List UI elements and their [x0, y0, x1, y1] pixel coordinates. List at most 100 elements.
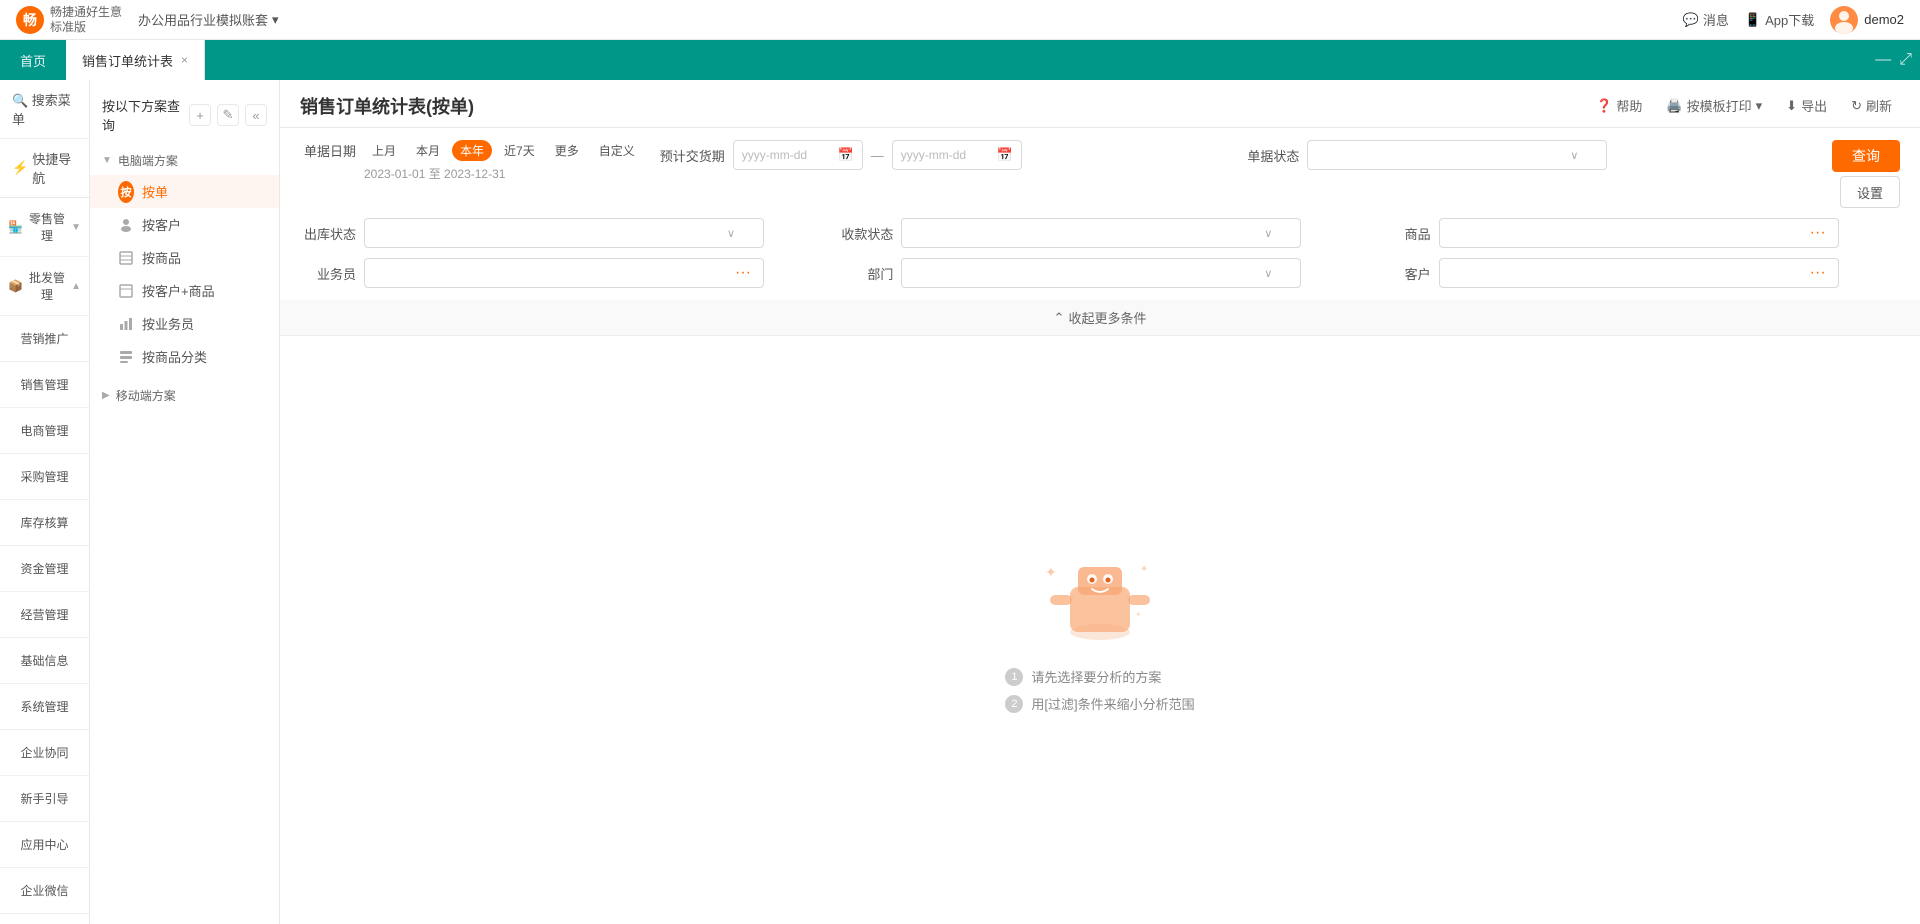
- sidebar: 🔍 搜索菜单 ⚡ 快捷导航 🏪 零售管理 ▼ 📦 批发管理 ▲ 营销推广 销售管…: [0, 80, 90, 924]
- filter-row-2: 出库状态 ∨ 收款状态 ∨ 商品: [300, 218, 1900, 248]
- expected-date-start-input[interactable]: yyyy-mm-dd 📅: [733, 140, 863, 170]
- top-bar: 畅 畅捷通好生意 标准版 办公用品行业模拟账套 ▾ 💬 消息 📱 App下载 d…: [0, 0, 1920, 40]
- print-icon: 🖨️: [1666, 98, 1682, 114]
- scheme-item-by-salesperson[interactable]: 按业务员: [90, 307, 279, 340]
- salesperson-input[interactable]: ···: [364, 258, 764, 288]
- scheme-collapse-button[interactable]: «: [245, 104, 267, 126]
- shortcut-custom[interactable]: 自定义: [591, 140, 643, 161]
- tab-close-button[interactable]: ×: [181, 53, 188, 67]
- product-ellipsis[interactable]: ···: [1806, 224, 1830, 242]
- customer-input[interactable]: ···: [1439, 258, 1839, 288]
- shortcut-7days[interactable]: 近7天: [496, 140, 543, 161]
- scheme-section-mobile: ▶ 移动端方案: [90, 377, 279, 414]
- by-product-icon: [118, 250, 134, 266]
- sidebar-item-appcenter[interactable]: 应用中心: [0, 822, 89, 868]
- sidebar-item-system[interactable]: 系统管理: [0, 684, 89, 730]
- sidebar-item-search[interactable]: 🔍 搜索菜单: [0, 80, 89, 139]
- scheme-item-by-customer[interactable]: 按客户: [90, 208, 279, 241]
- sidebar-item-sales[interactable]: 销售管理: [0, 362, 89, 408]
- logo-area: 畅 畅捷通好生意 标准版: [16, 5, 122, 34]
- salesperson-item: 业务员 ···: [300, 258, 825, 288]
- scheme-edit-button[interactable]: ✎: [217, 104, 239, 126]
- sidebar-item-purchase[interactable]: 采购管理: [0, 454, 89, 500]
- tab-maximize-button[interactable]: ⤢: [1899, 51, 1912, 69]
- tip-num-1: 1: [1005, 668, 1023, 686]
- sidebar-item-newuser[interactable]: 新手引导: [0, 776, 89, 822]
- scheme-section-pc-arrow: ▼: [102, 155, 112, 166]
- app-icon: 📱: [1745, 12, 1761, 28]
- sidebar-item-member[interactable]: 畅会员: [0, 914, 89, 924]
- export-button[interactable]: ⬇ 导出: [1778, 92, 1835, 119]
- sidebar-item-basic-info[interactable]: 基础信息: [0, 638, 89, 684]
- product-label: 商品: [1375, 224, 1431, 243]
- by-order-icon: 按: [118, 184, 134, 200]
- scheme-item-by-category[interactable]: 按商品分类: [90, 340, 279, 373]
- refresh-icon: ↻: [1851, 98, 1862, 114]
- status-select[interactable]: ∨: [1307, 140, 1607, 170]
- salesperson-ellipsis[interactable]: ···: [731, 264, 755, 282]
- by-customer-icon: [118, 217, 134, 233]
- calendar-end-icon: 📅: [997, 147, 1013, 163]
- scheme-item-by-order[interactable]: 按 按单: [90, 175, 279, 208]
- sidebar-item-marketing[interactable]: 营销推广: [0, 316, 89, 362]
- by-customer-product-icon: [118, 283, 134, 299]
- scheme-section-pc-header[interactable]: ▼ 电脑端方案: [90, 146, 279, 175]
- export-icon: ⬇: [1786, 98, 1797, 114]
- date-shortcuts: 上月 本月 本年 近7天 更多 自定义: [364, 140, 643, 161]
- empty-tip-1: 1 请先选择要分析的方案: [1005, 667, 1194, 686]
- scheme-section-pc: ▼ 电脑端方案 按 按单 按客户: [90, 142, 279, 377]
- date-separator: —: [871, 148, 884, 163]
- collapse-row[interactable]: ⌃ 收起更多条件: [280, 300, 1920, 336]
- sidebar-item-quicknav[interactable]: ⚡ 快捷导航: [0, 139, 89, 198]
- receipt-dropdown-icon: ∨: [1264, 227, 1272, 240]
- tab-bar: 首页 销售订单统计表 × — ⤢: [0, 40, 1920, 80]
- tab-home[interactable]: 首页: [0, 40, 66, 80]
- department-select[interactable]: ∨: [901, 258, 1301, 288]
- scheme-section-mobile-header[interactable]: ▶ 移动端方案: [90, 381, 279, 410]
- shortcut-last-month[interactable]: 上月: [364, 140, 404, 161]
- shortcut-more[interactable]: 更多: [547, 140, 587, 161]
- shortcut-this-year[interactable]: 本年: [452, 140, 492, 161]
- sidebar-item-wholesale[interactable]: 📦 批发管理 ▲: [0, 257, 89, 316]
- company-selector[interactable]: 办公用品行业模拟账套 ▾: [130, 6, 287, 33]
- tab-bar-actions: — ⤢: [1867, 40, 1920, 80]
- sidebar-item-inventory[interactable]: 库存核算: [0, 500, 89, 546]
- sidebar-item-enterprise[interactable]: 企业协同: [0, 730, 89, 776]
- refresh-button[interactable]: ↻ 刷新: [1843, 92, 1900, 119]
- svg-text:✦: ✦: [1045, 564, 1057, 580]
- scheme-item-by-customer-product[interactable]: 按客户+商品: [90, 274, 279, 307]
- tab-minimize-button[interactable]: —: [1875, 51, 1891, 69]
- sidebar-item-finance[interactable]: 资金管理: [0, 546, 89, 592]
- delivery-select[interactable]: ∨: [364, 218, 764, 248]
- sidebar-item-retail[interactable]: 🏪 零售管理 ▼: [0, 198, 89, 257]
- filter-row-3: 业务员 ··· 部门 ∨ 客户: [300, 258, 1900, 288]
- scheme-panel: 按以下方案查询 + ✎ « ▼ 电脑端方案 按 按单: [90, 80, 280, 924]
- sidebar-item-ecommerce[interactable]: 电商管理: [0, 408, 89, 454]
- scheme-item-by-product[interactable]: 按商品: [90, 241, 279, 274]
- salesperson-label: 业务员: [300, 264, 356, 283]
- scheme-add-button[interactable]: +: [189, 104, 211, 126]
- help-button[interactable]: ❓ 帮助: [1588, 92, 1650, 119]
- app-download-button[interactable]: 📱 App下载: [1745, 10, 1814, 29]
- scheme-panel-header: 按以下方案查询 + ✎ «: [90, 88, 279, 142]
- delivery-status-item: 出库状态 ∨: [300, 218, 825, 248]
- query-button[interactable]: 查询: [1832, 140, 1900, 172]
- receipt-select[interactable]: ∨: [901, 218, 1301, 248]
- shortcut-this-month[interactable]: 本月: [408, 140, 448, 161]
- logo-icon: 畅: [16, 6, 44, 34]
- delivery-label: 出库状态: [300, 224, 356, 243]
- content-area: 按以下方案查询 + ✎ « ▼ 电脑端方案 按 按单: [90, 80, 1920, 924]
- expected-date-end-input[interactable]: yyyy-mm-dd 📅: [892, 140, 1022, 170]
- department-item: 部门 ∨: [837, 258, 1362, 288]
- sidebar-item-management[interactable]: 经营管理: [0, 592, 89, 638]
- message-button[interactable]: 💬 消息: [1683, 10, 1729, 29]
- product-input[interactable]: ···: [1439, 218, 1839, 248]
- user-area[interactable]: demo2: [1830, 6, 1904, 34]
- collapse-button[interactable]: ⌃ 收起更多条件: [1054, 308, 1147, 327]
- collapse-icon: ⌃: [1054, 310, 1065, 326]
- settings-button[interactable]: 设置: [1840, 176, 1900, 208]
- sidebar-item-wechat[interactable]: 企业微信: [0, 868, 89, 914]
- customer-ellipsis[interactable]: ···: [1806, 264, 1830, 282]
- template-print-button[interactable]: 🖨️ 按模板打印 ▾: [1658, 92, 1770, 119]
- tab-sales-order-stats[interactable]: 销售订单统计表 ×: [66, 40, 205, 80]
